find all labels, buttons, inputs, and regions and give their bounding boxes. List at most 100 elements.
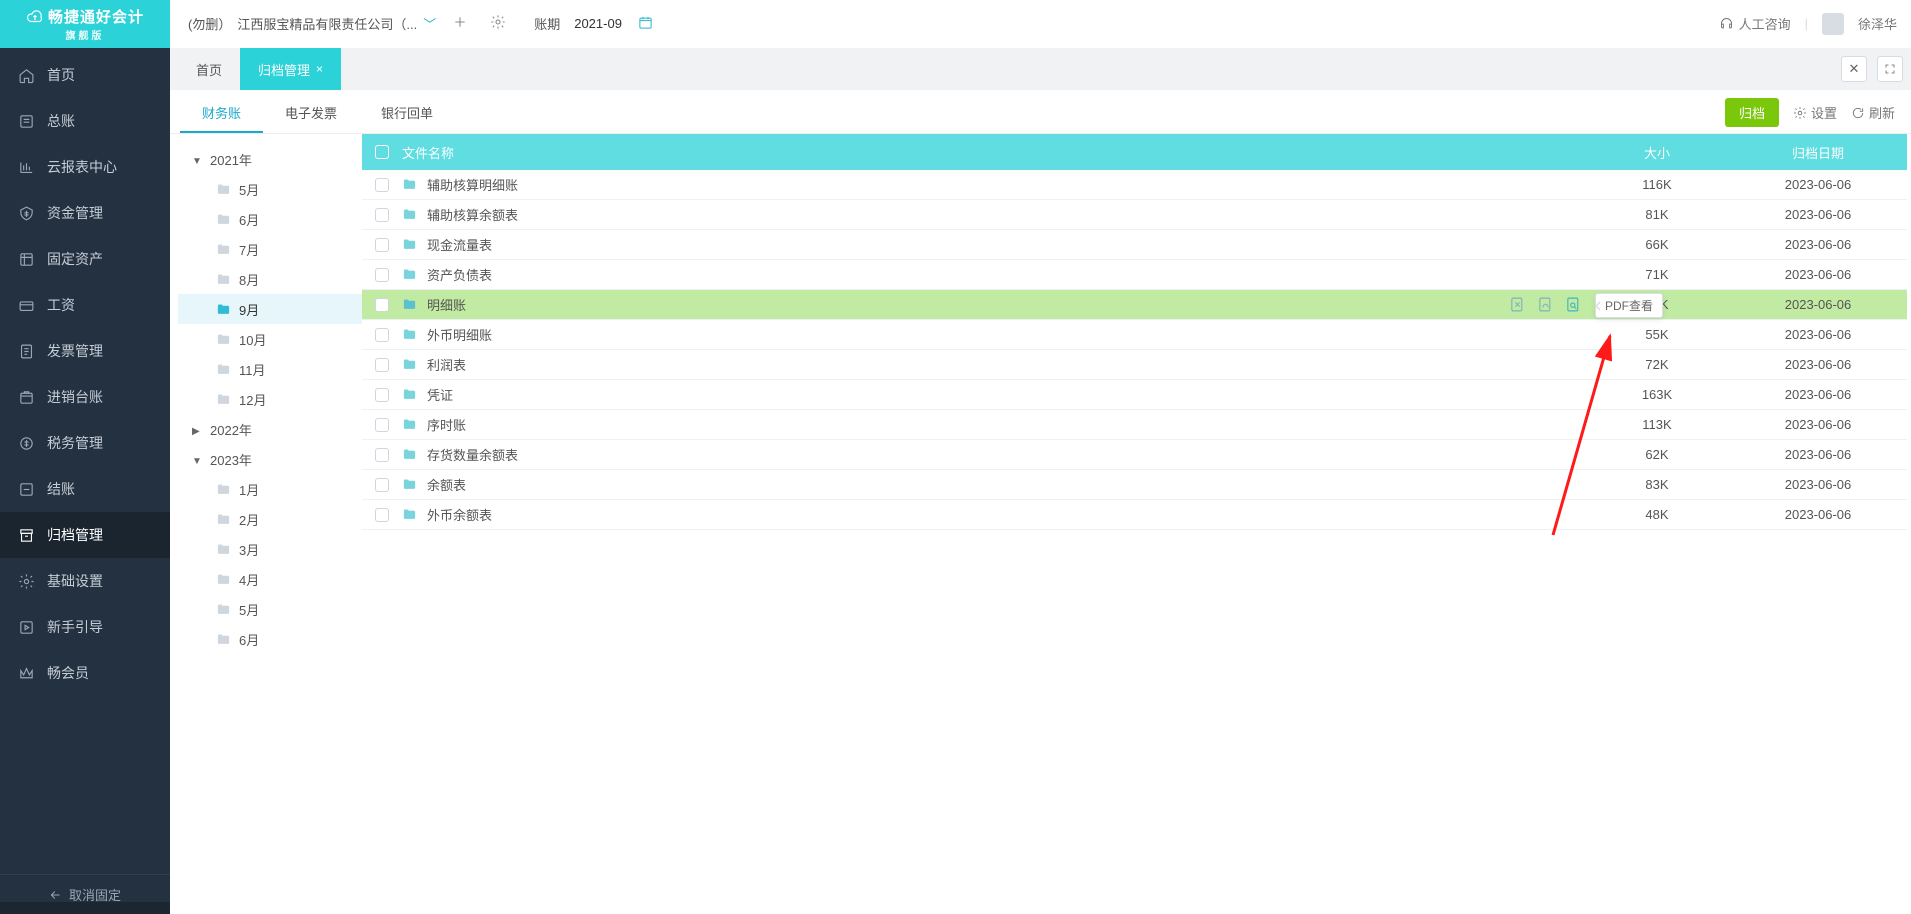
subtab-银行回单[interactable]: 银行回单 [359,93,455,133]
row-checkbox[interactable] [375,178,389,192]
header-name[interactable]: 文件名称 [402,143,1585,162]
file-date: 2023-06-06 [1729,267,1907,282]
archive-button[interactable]: 归档 [1725,98,1779,127]
add-company-button[interactable] [446,14,474,33]
row-checkbox[interactable] [375,208,389,222]
table-row[interactable]: 资产负债表 71K 2023-06-06 [362,260,1907,290]
file-name: 序时账 [427,415,466,434]
table-row[interactable]: 明细账 46K 2023-06-06 PDF查看 [362,290,1907,320]
tree-year[interactable]: 2022年 [178,414,362,444]
row-checkbox[interactable] [375,268,389,282]
tree-year[interactable]: 2021年 [178,144,362,174]
subtab-电子发票[interactable]: 电子发票 [263,93,359,133]
nav-label: 固定资产 [47,249,103,269]
table-row[interactable]: 辅助核算余额表 81K 2023-06-06 [362,200,1907,230]
file-name: 余额表 [427,475,466,494]
nav-item-vip[interactable]: 畅会员 [0,650,170,696]
avatar[interactable] [1822,13,1844,35]
nav-item-archive[interactable]: 归档管理 [0,512,170,558]
nav-item-asset[interactable]: 固定资产 [0,236,170,282]
tree-month[interactable]: 9月 [178,294,362,324]
nav-item-guide[interactable]: 新手引导 [0,604,170,650]
tree-month[interactable]: 7月 [178,234,362,264]
tree-month[interactable]: 4月 [178,564,362,594]
consult-button[interactable]: 人工咨询 [1719,14,1791,33]
header-size[interactable]: 大小 [1585,143,1729,162]
row-checkbox[interactable] [375,388,389,402]
tree-month[interactable]: 10月 [178,324,362,354]
table-row[interactable]: 凭证 163K 2023-06-06 [362,380,1907,410]
tree-month[interactable]: 6月 [178,204,362,234]
tree-year[interactable]: 2023年 [178,444,362,474]
nav: 首页总账云报表中心资金管理固定资产工资发票管理进销台账税务管理结账归档管理基础设… [0,48,170,874]
tree-month[interactable]: 3月 [178,534,362,564]
gear-icon [1793,106,1807,120]
tree-month[interactable]: 12月 [178,384,362,414]
file-date: 2023-06-06 [1729,177,1907,192]
sidebar-scroll [0,902,170,914]
table-row[interactable]: 外币明细账 55K 2023-06-06 [362,320,1907,350]
row-checkbox[interactable] [375,298,389,312]
folder-icon [216,511,231,527]
asset-icon [18,251,35,268]
tree-month[interactable]: 5月 [178,594,362,624]
nav-item-ledger[interactable]: 总账 [0,98,170,144]
table-row[interactable]: 存货数量余额表 62K 2023-06-06 [362,440,1907,470]
table-row[interactable]: 余额表 83K 2023-06-06 [362,470,1907,500]
nav-item-funds[interactable]: 资金管理 [0,190,170,236]
folder-icon [216,181,231,197]
close-icon[interactable]: × [316,62,323,76]
row-checkbox[interactable] [375,328,389,342]
nav-item-invoice[interactable]: 发票管理 [0,328,170,374]
file-name: 明细账 [427,295,466,314]
ledger-icon [18,113,35,130]
select-all-checkbox[interactable] [375,145,389,159]
file-size: 72K [1585,357,1729,372]
tax-icon [18,435,35,452]
table-row[interactable]: 辅助核算明细账 116K 2023-06-06 [362,170,1907,200]
file-date: 2023-06-06 [1729,327,1907,342]
subtab-财务账[interactable]: 财务账 [180,93,263,133]
export-pdf-icon[interactable] [1535,295,1555,315]
table-row[interactable]: 利润表 72K 2023-06-06 [362,350,1907,380]
topbar: (勿删） 江西服宝精品有限责任公司（... ﹀ 账期 2021-09 人工咨询 [170,0,1911,48]
header-date[interactable]: 归档日期 [1729,143,1907,162]
tab-归档管理[interactable]: 归档管理× [240,48,341,90]
row-checkbox[interactable] [375,508,389,522]
row-checkbox[interactable] [375,418,389,432]
sidebar: 畅捷通好会计 旗舰版 首页总账云报表中心资金管理固定资产工资发票管理进销台账税务… [0,0,170,914]
fullscreen-button[interactable] [1877,56,1903,82]
calendar-icon[interactable] [638,15,653,33]
company-selector[interactable]: (勿删） 江西服宝精品有限责任公司（... ﹀ [188,14,436,33]
tree-month[interactable]: 11月 [178,354,362,384]
close-tab-button[interactable]: ✕ [1841,56,1867,82]
period-value[interactable]: 2021-09 [574,16,622,31]
tree-month[interactable]: 1月 [178,474,362,504]
row-checkbox[interactable] [375,478,389,492]
row-checkbox[interactable] [375,238,389,252]
nav-item-setting[interactable]: 基础设置 [0,558,170,604]
row-checkbox[interactable] [375,448,389,462]
view-pdf-icon[interactable] [1563,295,1583,315]
company-settings-button[interactable] [484,14,512,33]
nav-item-stock[interactable]: 进销台账 [0,374,170,420]
nav-item-close[interactable]: 结账 [0,466,170,512]
table-row[interactable]: 现金流量表 66K 2023-06-06 [362,230,1907,260]
tree-month[interactable]: 8月 [178,264,362,294]
tree-month[interactable]: 6月 [178,624,362,654]
nav-item-tax[interactable]: 税务管理 [0,420,170,466]
settings-link[interactable]: 设置 [1793,103,1837,122]
table-row[interactable]: 外币余额表 48K 2023-06-06 [362,500,1907,530]
row-checkbox[interactable] [375,358,389,372]
tab-首页[interactable]: 首页 [178,48,240,90]
export-excel-icon[interactable] [1507,295,1527,315]
nav-item-salary[interactable]: 工资 [0,282,170,328]
nav-item-chart[interactable]: 云报表中心 [0,144,170,190]
nav-label: 畅会员 [47,663,89,683]
refresh-link[interactable]: 刷新 [1851,103,1895,122]
tree-month[interactable]: 2月 [178,504,362,534]
nav-item-home[interactable]: 首页 [0,52,170,98]
tree-month[interactable]: 5月 [178,174,362,204]
table-row[interactable]: 序时账 113K 2023-06-06 [362,410,1907,440]
user-name[interactable]: 徐泽华 [1858,14,1897,33]
